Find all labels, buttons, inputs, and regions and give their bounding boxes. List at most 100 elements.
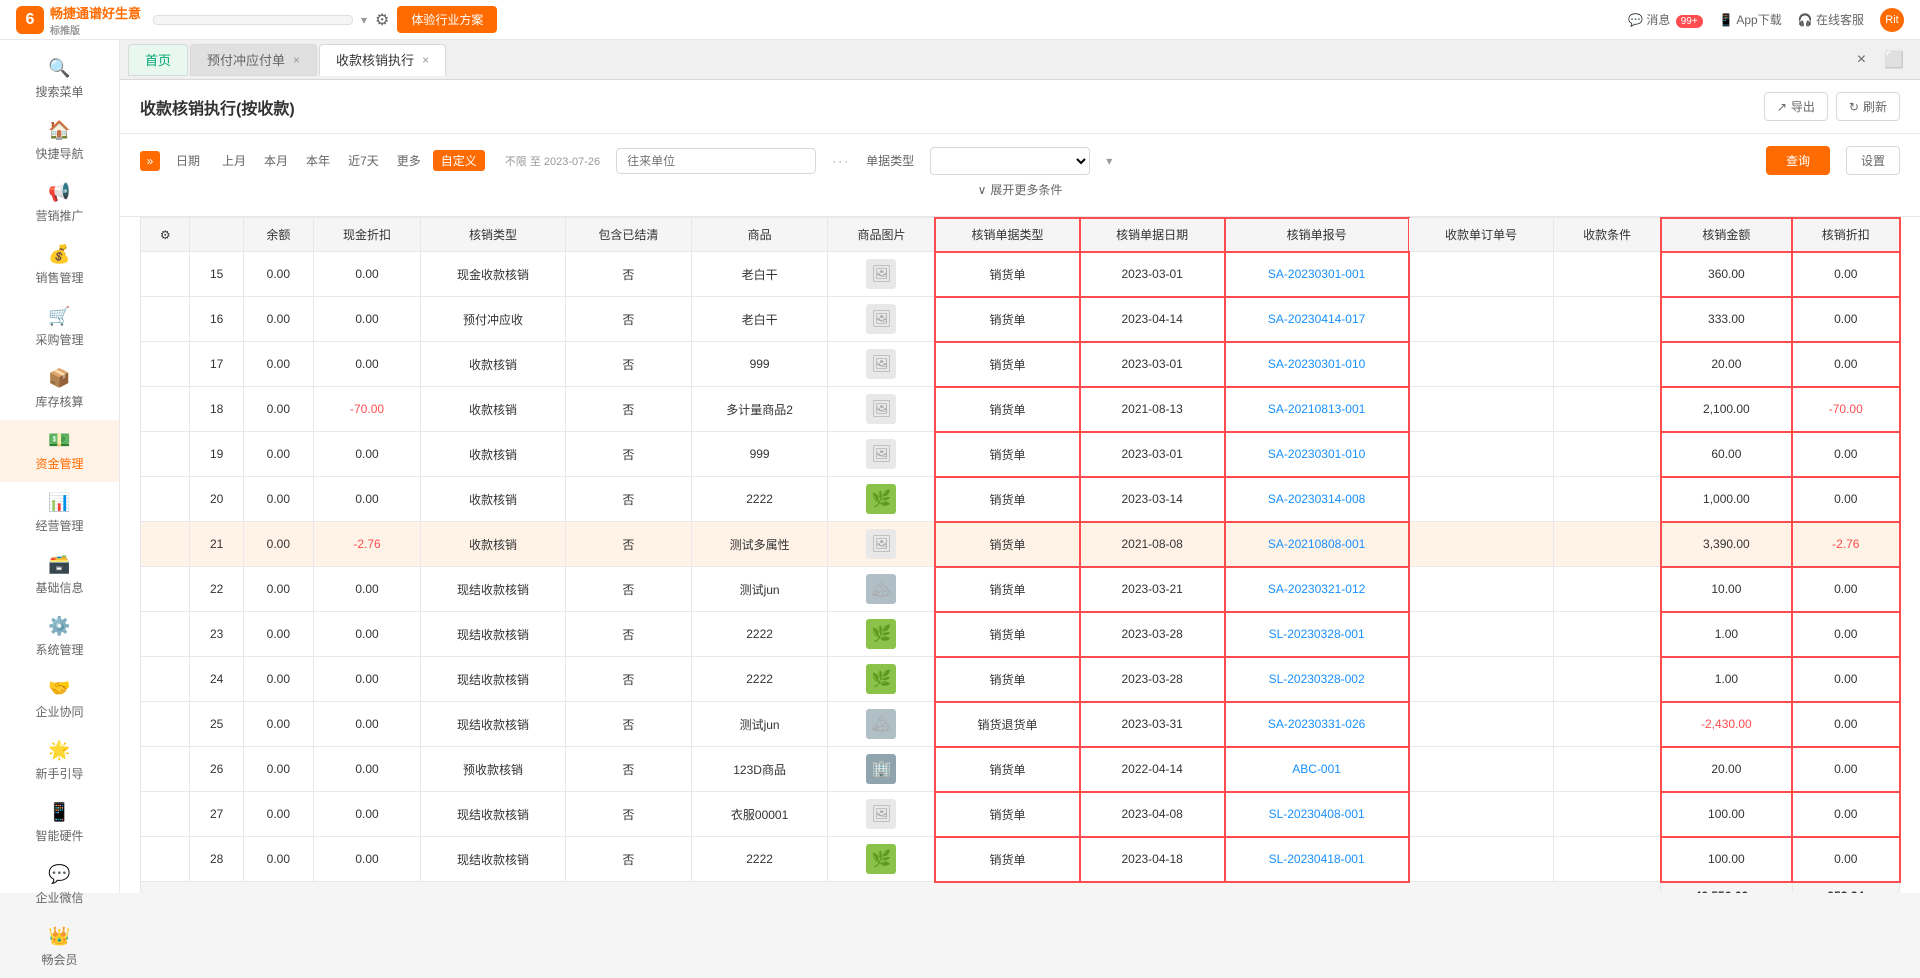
cell-writeoff-no[interactable]: SA-20230321-012	[1225, 567, 1409, 612]
tab-prepaid-label: 预付冲应付单	[207, 50, 285, 69]
app-download-link[interactable]: 📱 App下载	[1719, 11, 1782, 28]
window-maximize-icon[interactable]: ⬜	[1876, 50, 1912, 70]
writeoff-no-link[interactable]: SL-20230328-001	[1269, 627, 1365, 641]
sidebar-item-enterprise[interactable]: 🤝 企业协同	[0, 668, 119, 730]
cell-seq: 24	[190, 657, 243, 702]
cell-writeoff-no[interactable]: SA-20230301-001	[1225, 252, 1409, 297]
table-container[interactable]: ⚙ 余额 现金折扣 核销类型 包含已结清 商品 商品图片 核销单据类型 核销单据…	[120, 217, 1920, 893]
writeoff-no-link[interactable]: SA-20230321-012	[1268, 582, 1365, 596]
date-btn-custom[interactable]: 自定义	[433, 150, 485, 171]
col-settings[interactable]: ⚙	[141, 218, 190, 252]
writeoff-no-link[interactable]: SA-20210813-001	[1268, 402, 1365, 416]
doc-type-select[interactable]	[930, 147, 1090, 175]
sidebar-item-basic[interactable]: 🗃️ 基础信息	[0, 544, 119, 606]
settings-button[interactable]: 设置	[1846, 146, 1900, 175]
cell-writeoff-amount: 2,100.00	[1661, 387, 1792, 432]
cell-product: 测试多属性	[691, 522, 827, 567]
writeoff-no-link[interactable]: SA-20230414-017	[1268, 312, 1365, 326]
export-button[interactable]: ↗ 导出	[1764, 92, 1828, 121]
tab-receipts[interactable]: 收款核销执行 ×	[319, 44, 446, 76]
tab-prepaid-close[interactable]: ×	[293, 53, 300, 67]
expand-conditions-bar[interactable]: ∨ 展开更多条件	[140, 175, 1900, 204]
sidebar-item-shortcut[interactable]: 🏠 快捷导航	[0, 110, 119, 172]
col-writeoff-no: 核销单报号	[1225, 218, 1409, 252]
cell-writeoff-no[interactable]: SA-20230414-017	[1225, 297, 1409, 342]
column-settings-icon[interactable]: ⚙	[160, 228, 171, 242]
cell-product: 2222	[691, 837, 827, 882]
writeoff-no-link[interactable]: SA-20230314-008	[1268, 492, 1365, 506]
date-btn-7days[interactable]: 近7天	[342, 150, 385, 171]
writeoff-no-link[interactable]: SA-20230301-010	[1268, 357, 1365, 371]
cell-included-settled: 否	[565, 432, 691, 477]
cell-writeoff-no[interactable]: SL-20230418-001	[1225, 837, 1409, 882]
writeoff-no-link[interactable]: SA-20230331-026	[1268, 717, 1365, 731]
home-icon: 🏠	[48, 120, 70, 141]
from-unit-input[interactable]	[616, 148, 816, 174]
writeoff-no-link[interactable]: SL-20230418-001	[1269, 852, 1365, 866]
date-btn-last-month[interactable]: 上月	[216, 150, 252, 171]
cell-writeoff-date: 2021-08-13	[1080, 387, 1225, 432]
sidebar-item-purchase[interactable]: 🛒 采购管理	[0, 296, 119, 358]
online-support-link[interactable]: 🎧 在线客服	[1798, 11, 1864, 28]
doc-type-label: 单据类型	[866, 152, 914, 169]
sidebar-item-hardware[interactable]: 📱 智能硬件	[0, 792, 119, 854]
cell-writeoff-no[interactable]: SL-20230328-002	[1225, 657, 1409, 702]
cell-receipt-order-no	[1409, 252, 1554, 297]
writeoff-no-link[interactable]: SA-20210808-001	[1268, 537, 1365, 551]
tab-receipts-close[interactable]: ×	[422, 53, 429, 67]
table-header-row: ⚙ 余额 现金折扣 核销类型 包含已结清 商品 商品图片 核销单据类型 核销单据…	[141, 218, 1900, 252]
col-writeoff-date: 核销单据日期	[1080, 218, 1225, 252]
tab-prepaid[interactable]: 预付冲应付单 ×	[190, 44, 317, 76]
guide-icon: 🌟	[48, 740, 70, 761]
page-title: 收款核销执行(按收款)	[140, 95, 295, 119]
writeoff-no-link[interactable]: SL-20230408-001	[1269, 807, 1365, 821]
header-actions: ↗ 导出 ↻ 刷新	[1764, 92, 1900, 121]
query-button[interactable]: 查询	[1766, 146, 1830, 175]
writeoff-no-link[interactable]: SA-20230301-001	[1268, 267, 1365, 281]
dropdown-arrow-icon[interactable]: ▾	[361, 13, 367, 27]
sidebar-item-system[interactable]: ⚙️ 系统管理	[0, 606, 119, 668]
filter-expand-icon[interactable]: »	[140, 151, 160, 171]
refresh-button[interactable]: ↻ 刷新	[1836, 92, 1900, 121]
cell-receipt-order-no	[1409, 342, 1554, 387]
cell-writeoff-no[interactable]: SA-20230314-008	[1225, 477, 1409, 522]
message-icon[interactable]: 💬 消息 99+	[1628, 11, 1703, 28]
product-image: 🌿	[866, 664, 896, 694]
sidebar-item-sales[interactable]: 💰 销售管理	[0, 234, 119, 296]
writeoff-no-link[interactable]: SA-20230301-010	[1268, 447, 1365, 461]
sidebar-item-member[interactable]: 👑 畅会员	[0, 916, 119, 978]
cell-writeoff-no[interactable]: SA-20210813-001	[1225, 387, 1409, 432]
sidebar-item-operations[interactable]: 📊 经营管理	[0, 482, 119, 544]
window-close-icon[interactable]: ×	[1849, 51, 1874, 69]
cell-receipt-condition	[1553, 837, 1660, 882]
cell-writeoff-no[interactable]: SL-20230328-001	[1225, 612, 1409, 657]
sidebar-item-wechat[interactable]: 💬 企业微信	[0, 854, 119, 916]
cell-writeoff-no[interactable]: SA-20230301-010	[1225, 342, 1409, 387]
settings-icon[interactable]: ⚙	[375, 10, 389, 30]
cell-writeoff-amount: 60.00	[1661, 432, 1792, 477]
cell-writeoff-no[interactable]: ABC-001	[1225, 747, 1409, 792]
cell-product-img: 🖼	[828, 522, 935, 567]
tab-home[interactable]: 首页	[128, 44, 188, 76]
cell-receipt-order-no	[1409, 837, 1554, 882]
sidebar-item-marketing[interactable]: 📢 营销推广	[0, 172, 119, 234]
date-btn-more[interactable]: 更多	[391, 150, 427, 171]
writeoff-no-link[interactable]: SL-20230328-002	[1269, 672, 1365, 686]
sidebar-item-guide[interactable]: 🌟 新手引导	[0, 730, 119, 792]
industry-solution-button[interactable]: 体验行业方案	[397, 6, 497, 33]
sidebar-item-finance[interactable]: 💵 资金管理	[0, 420, 119, 482]
app-layout: 🔍 搜索菜单 🏠 快捷导航 📢 营销推广 💰 销售管理 🛒 采购管理 📦 库存核…	[0, 40, 1920, 893]
cell-receipt-order-no	[1409, 657, 1554, 702]
date-btn-this-year[interactable]: 本年	[300, 150, 336, 171]
product-image: 🌿	[866, 844, 896, 874]
date-btn-this-month[interactable]: 本月	[258, 150, 294, 171]
writeoff-no-link[interactable]: ABC-001	[1292, 762, 1341, 776]
cell-writeoff-no[interactable]: SA-20230331-026	[1225, 702, 1409, 747]
cell-writeoff-no[interactable]: SA-20210808-001	[1225, 522, 1409, 567]
sidebar-item-inventory[interactable]: 📦 库存核算	[0, 358, 119, 420]
user-avatar[interactable]: Rit	[1880, 8, 1904, 32]
cell-writeoff-no[interactable]: SA-20230301-010	[1225, 432, 1409, 477]
doc-type-dropdown-arrow[interactable]: ▾	[1106, 154, 1112, 168]
cell-writeoff-no[interactable]: SL-20230408-001	[1225, 792, 1409, 837]
sidebar-item-search[interactable]: 🔍 搜索菜单	[0, 48, 119, 110]
